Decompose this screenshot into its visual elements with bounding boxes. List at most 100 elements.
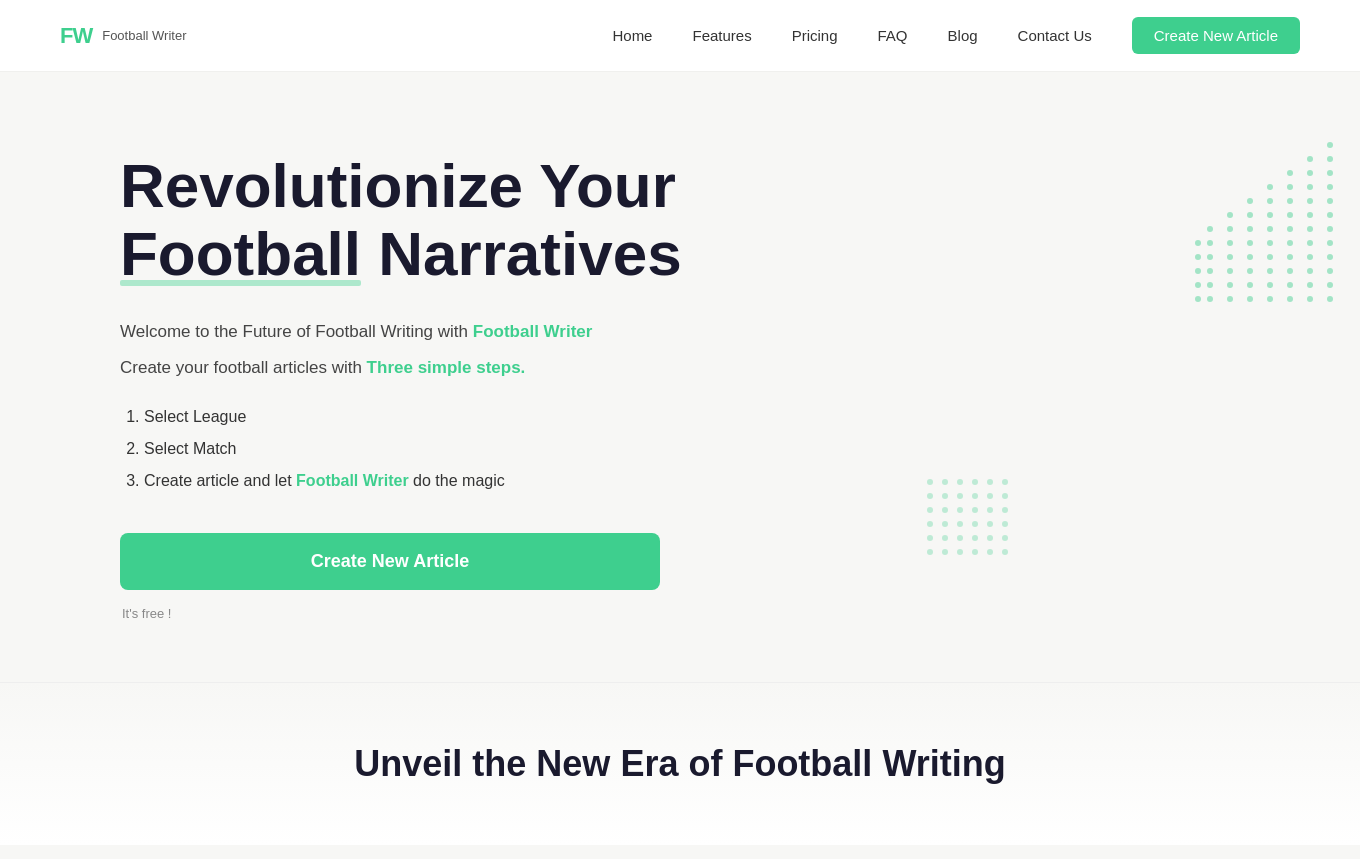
svg-point-36: [1195, 254, 1201, 260]
svg-point-30: [1227, 240, 1233, 246]
create-article-cta-button[interactable]: Create New Article: [120, 533, 660, 590]
svg-point-8: [1307, 184, 1313, 190]
svg-point-88: [957, 521, 963, 527]
nav-item-pricing[interactable]: Pricing: [792, 27, 838, 45]
free-label: It's free !: [122, 606, 171, 621]
navbar: FW Football Writer Home Features Pricing…: [0, 0, 1360, 72]
svg-point-52: [1195, 282, 1201, 288]
svg-point-4: [1307, 170, 1313, 176]
hero-brand-link: Football Writer: [473, 322, 593, 341]
svg-point-1: [1307, 156, 1313, 162]
svg-point-3: [1287, 170, 1293, 176]
svg-point-55: [1247, 282, 1253, 288]
nav-link-faq[interactable]: FAQ: [878, 27, 908, 44]
headline-line1: Revolutionize Your: [120, 151, 676, 220]
svg-point-51: [1327, 268, 1333, 274]
svg-point-2: [1327, 156, 1333, 162]
svg-point-20: [1327, 212, 1333, 218]
svg-point-69: [942, 479, 948, 485]
svg-point-46: [1227, 268, 1233, 274]
svg-point-48: [1267, 268, 1273, 274]
svg-point-42: [1307, 254, 1313, 260]
svg-point-25: [1287, 226, 1293, 232]
svg-point-33: [1287, 240, 1293, 246]
svg-point-37: [1207, 254, 1213, 260]
logo-fw-letters: FW: [60, 23, 92, 48]
svg-point-39: [1247, 254, 1253, 260]
svg-point-24: [1267, 226, 1273, 232]
svg-point-56: [1267, 282, 1273, 288]
svg-point-70: [957, 479, 963, 485]
svg-point-76: [957, 493, 963, 499]
svg-point-85: [1002, 507, 1008, 513]
hero-step-2-text: Select Match: [144, 440, 236, 457]
nav-link-pricing[interactable]: Pricing: [792, 27, 838, 44]
nav-link-blog[interactable]: Blog: [948, 27, 978, 44]
svg-point-43: [1327, 254, 1333, 260]
svg-point-9: [1327, 184, 1333, 190]
svg-point-68: [927, 479, 933, 485]
svg-point-10: [1247, 198, 1253, 204]
svg-point-23: [1247, 226, 1253, 232]
svg-point-78: [987, 493, 993, 499]
svg-point-77: [972, 493, 978, 499]
svg-point-11: [1267, 198, 1273, 204]
nav-item-blog[interactable]: Blog: [948, 27, 978, 45]
nav-cta-button[interactable]: Create New Article: [1132, 17, 1300, 54]
svg-point-87: [942, 521, 948, 527]
svg-point-28: [1195, 240, 1201, 246]
logo-fw-text: FW: [60, 23, 92, 49]
headline-highlight: Football: [120, 220, 361, 288]
logo: FW Football Writer: [60, 23, 187, 49]
svg-point-44: [1195, 268, 1201, 274]
nav-link-contact[interactable]: Contact Us: [1018, 27, 1092, 44]
svg-point-47: [1247, 268, 1253, 274]
svg-point-102: [987, 549, 993, 555]
svg-point-27: [1327, 226, 1333, 232]
svg-point-40: [1267, 254, 1273, 260]
svg-point-72: [987, 479, 993, 485]
svg-point-57: [1287, 282, 1293, 288]
svg-point-83: [972, 507, 978, 513]
svg-point-26: [1307, 226, 1313, 232]
svg-point-66: [1307, 296, 1313, 302]
svg-point-79: [1002, 493, 1008, 499]
hero-step-3-suffix: do the magic: [409, 472, 505, 489]
svg-point-19: [1307, 212, 1313, 218]
nav-item-features[interactable]: Features: [692, 27, 751, 45]
svg-point-0: [1327, 142, 1333, 148]
svg-point-75: [942, 493, 948, 499]
svg-point-94: [957, 535, 963, 541]
svg-point-96: [987, 535, 993, 541]
svg-point-6: [1267, 184, 1273, 190]
svg-point-98: [927, 549, 933, 555]
headline-football: Football: [120, 219, 361, 288]
nav-link-features[interactable]: Features: [692, 27, 751, 44]
nav-item-faq[interactable]: FAQ: [878, 27, 908, 45]
svg-point-18: [1287, 212, 1293, 218]
svg-point-5: [1327, 170, 1333, 176]
logo-brand-name: Football Writer: [102, 28, 186, 43]
svg-point-103: [1002, 549, 1008, 555]
svg-point-31: [1247, 240, 1253, 246]
svg-point-29: [1207, 240, 1213, 246]
svg-point-81: [942, 507, 948, 513]
hero-step-3-brand: Football Writer: [296, 472, 409, 489]
svg-point-22: [1227, 226, 1233, 232]
svg-point-53: [1207, 282, 1213, 288]
svg-point-58: [1307, 282, 1313, 288]
svg-point-67: [1327, 296, 1333, 302]
nav-item-contact[interactable]: Contact Us: [1018, 27, 1092, 45]
svg-point-86: [927, 521, 933, 527]
nav-cta-item[interactable]: Create New Article: [1132, 27, 1300, 45]
svg-point-45: [1207, 268, 1213, 274]
nav-item-home[interactable]: Home: [612, 27, 652, 45]
nav-link-home[interactable]: Home: [612, 27, 652, 44]
svg-point-92: [927, 535, 933, 541]
svg-point-34: [1307, 240, 1313, 246]
hero-steps-list: Select League Select Match Create articl…: [144, 405, 1300, 493]
svg-point-90: [987, 521, 993, 527]
svg-point-74: [927, 493, 933, 499]
svg-point-84: [987, 507, 993, 513]
hero-headline: Revolutionize Your Football Narratives: [120, 152, 770, 288]
